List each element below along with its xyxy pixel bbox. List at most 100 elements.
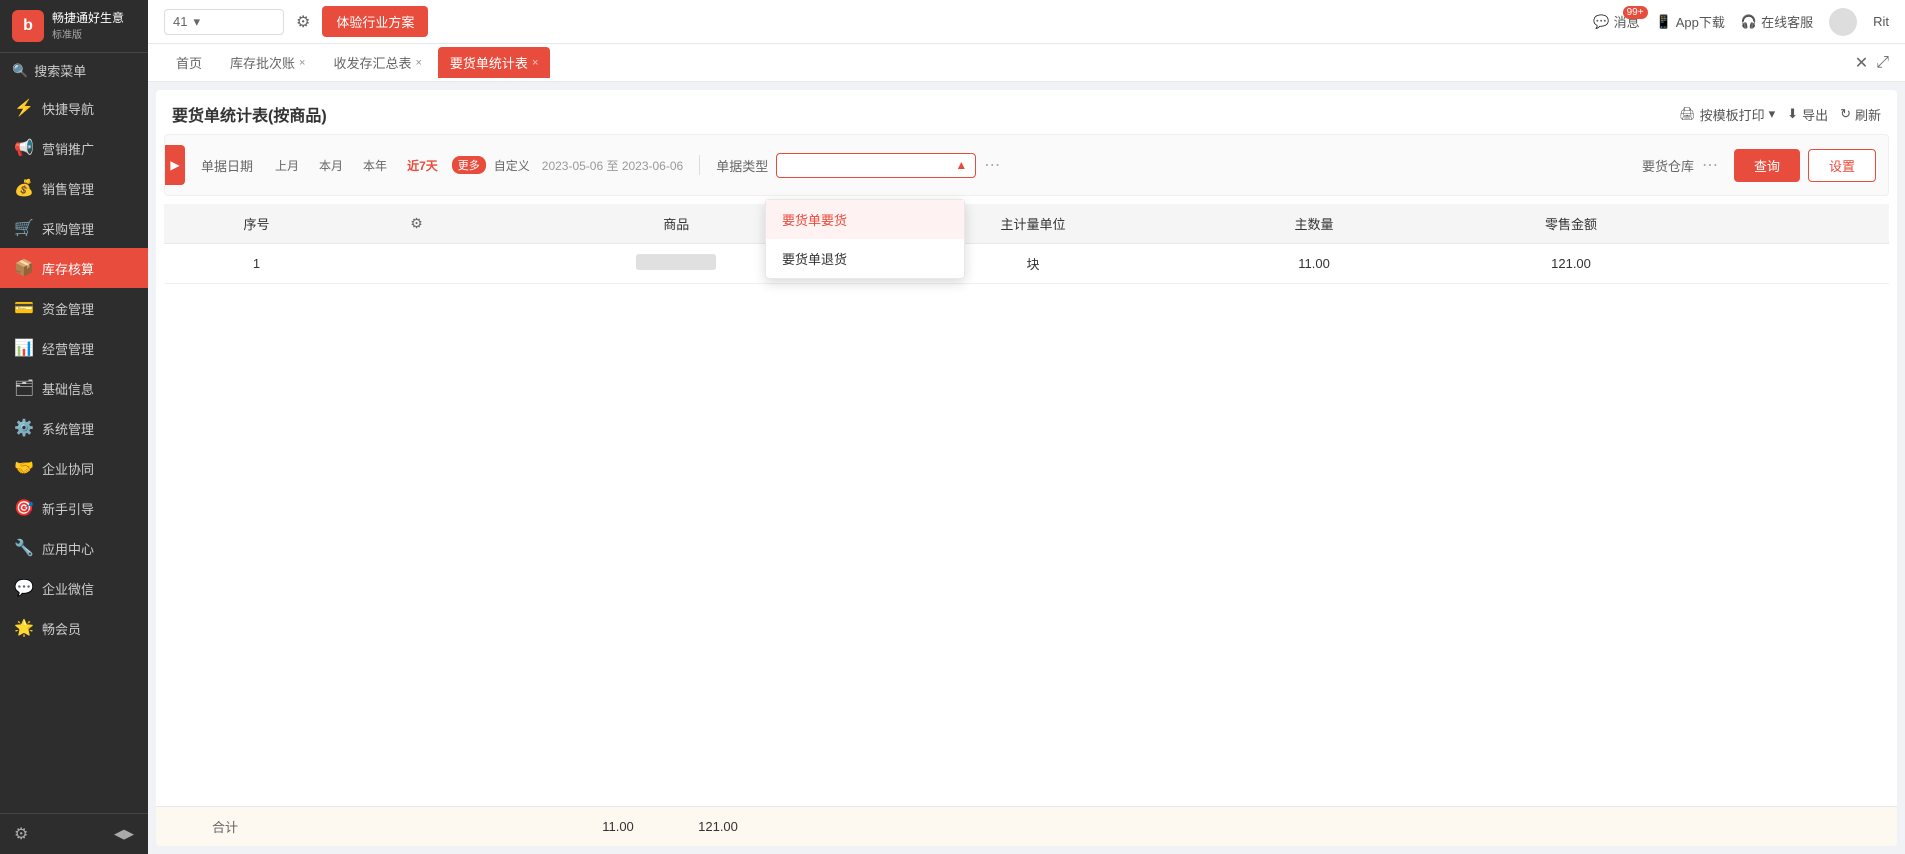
sidebar-search[interactable]: 🔍 搜索菜单 <box>0 53 148 88</box>
sidebar-bottom: ⚙ ◀▶ <box>0 813 148 854</box>
apps-icon: 🔧 <box>14 538 34 558</box>
query-btn[interactable]: 查询 <box>1734 149 1800 182</box>
filter-more-icon[interactable]: ⋯ <box>984 155 1000 175</box>
sidebar-item-sales[interactable]: 💰 销售管理 <box>0 168 148 208</box>
warehouse-more-icon[interactable]: ⋯ <box>1702 155 1718 175</box>
sidebar-item-label: 快捷导航 <box>42 99 94 118</box>
sidebar-item-operations[interactable]: 📊 经营管理 <box>0 328 148 368</box>
column-settings-icon[interactable]: ⚙ <box>410 215 423 231</box>
dropdown-item-order-goods[interactable]: 要货单要货 <box>766 200 964 239</box>
user-name: Rit <box>1873 14 1889 29</box>
tab-inventory-batch-close[interactable]: × <box>299 57 305 69</box>
sidebar-item-membership[interactable]: 🌟 畅会员 <box>0 608 148 648</box>
headset-icon: 🎧 <box>1741 14 1757 30</box>
online-service-btn[interactable]: 🎧 在线客服 <box>1741 12 1813 31</box>
sidebar-collapse-btn[interactable]: ◀▶ <box>114 826 134 842</box>
filter-divider <box>699 155 700 175</box>
sidebar-item-marketing[interactable]: 📢 营销推广 <box>0 128 148 168</box>
sidebar-item-label: 经营管理 <box>42 339 94 358</box>
company-selector[interactable]: 41 ▾ <box>164 9 284 35</box>
topbar: 41 ▾ ⚙ 体验行业方案 💬 消息 99+ 📱 App下载 🎧 在线客服 Ri… <box>148 0 1905 44</box>
tab-order-stat-close[interactable]: × <box>532 57 538 69</box>
page-content: 要货单统计表(按商品) 🖨 按模板打印 ▾ ⬇ 导出 ↻ 刷新 ▶ <box>156 90 1897 846</box>
date-btn-week7[interactable]: 近7天 <box>401 155 444 176</box>
set-btn[interactable]: 设置 <box>1808 149 1876 182</box>
sidebar-item-purchase[interactable]: 🛒 采购管理 <box>0 208 148 248</box>
sidebar-item-label: 畅会员 <box>42 619 81 638</box>
sidebar-item-label: 新手引导 <box>42 499 94 518</box>
sidebar-nav: ⚡ 快捷导航 📢 营销推广 💰 销售管理 🛒 采购管理 📦 库存核算 💳 资金管… <box>0 88 148 813</box>
sidebar-item-quick-nav[interactable]: ⚡ 快捷导航 <box>0 88 148 128</box>
selector-chevron-icon: ▾ <box>193 14 200 30</box>
date-btn-custom[interactable]: 自定义 <box>494 157 530 174</box>
type-filter-label: 单据类型 <box>716 156 768 175</box>
tabs-close-all-btn[interactable]: ✕ <box>1855 53 1868 73</box>
enterprise-icon: 🤝 <box>14 458 34 478</box>
quick-nav-icon: ⚡ <box>14 98 34 118</box>
tab-recv-summary-label: 收发存汇总表 <box>333 53 411 72</box>
phone-icon: 📱 <box>1656 14 1672 30</box>
date-more-badge[interactable]: 更多 <box>452 156 486 174</box>
sidebar-item-guide[interactable]: 🎯 新手引导 <box>0 488 148 528</box>
footer-amount: 121.00 <box>678 819 758 834</box>
data-table-container: 序号 ⚙ 商品 主计量单位 主数量 零售金额 1 <box>164 204 1889 798</box>
purchase-icon: 🛒 <box>14 218 34 238</box>
sidebar-item-label: 营销推广 <box>42 139 94 158</box>
settings-bottom-icon[interactable]: ⚙ <box>14 824 28 844</box>
date-btn-year[interactable]: 本年 <box>357 155 393 176</box>
table-header-row: 序号 ⚙ 商品 主计量单位 主数量 零售金额 <box>164 204 1889 244</box>
export-icon: ⬇ <box>1787 106 1798 122</box>
sidebar: b 畅捷通好生意 标准版 🔍 搜索菜单 ⚡ 快捷导航 📢 营销推广 💰 销售管理… <box>0 0 148 854</box>
dropdown-item-order-return[interactable]: 要货单退货 <box>766 239 964 278</box>
guide-icon: 🎯 <box>14 498 34 518</box>
print-label: 按模板打印 <box>1700 105 1765 124</box>
logo-icon: b <box>12 10 44 42</box>
export-label: 导出 <box>1802 105 1828 124</box>
page-header: 要货单统计表(按商品) 🖨 按模板打印 ▾ ⬇ 导出 ↻ 刷新 <box>156 90 1897 134</box>
sidebar-search-label: 搜索菜单 <box>34 61 86 80</box>
refresh-btn[interactable]: ↻ 刷新 <box>1840 105 1881 124</box>
table-body: 1 块 11.00 121.00 <box>164 244 1889 284</box>
basics-icon: 🗂 <box>14 378 34 398</box>
print-btn[interactable]: 🖨 按模板打印 ▾ <box>1679 105 1775 124</box>
export-btn[interactable]: ⬇ 导出 <box>1787 105 1828 124</box>
tab-recv-summary[interactable]: 收发存汇总表 × <box>321 47 433 78</box>
footer-label: 合计 <box>172 817 238 836</box>
messages-badge: 99+ <box>1623 6 1648 19</box>
table-footer: 合计 11.00 121.00 <box>156 806 1897 846</box>
type-filter-select[interactable]: ▲ <box>776 153 976 178</box>
app-download-btn[interactable]: 📱 App下载 <box>1656 12 1725 31</box>
col-header-settings: ⚙ <box>349 204 484 244</box>
user-avatar[interactable] <box>1829 8 1857 36</box>
membership-icon: 🌟 <box>14 618 34 638</box>
sidebar-item-finance[interactable]: 💳 资金管理 <box>0 288 148 328</box>
tabs-expand-btn[interactable]: ⤢ <box>1876 54 1889 72</box>
print-chevron-icon: ▾ <box>1769 106 1776 122</box>
sidebar-item-apps[interactable]: 🔧 应用中心 <box>0 528 148 568</box>
tab-home[interactable]: 首页 <box>164 47 214 78</box>
company-value: 41 <box>173 14 187 29</box>
tab-order-stat[interactable]: 要货单统计表 × <box>438 47 550 78</box>
sidebar-item-label: 系统管理 <box>42 419 94 438</box>
topbar-gear-icon[interactable]: ⚙ <box>296 12 310 32</box>
type-filter-value <box>785 158 789 173</box>
sidebar-item-label: 资金管理 <box>42 299 94 318</box>
type-dropdown: 要货单要货 要货单退货 <box>765 199 965 279</box>
trial-btn[interactable]: 体验行业方案 <box>322 6 428 37</box>
tab-inventory-batch[interactable]: 库存批次账 × <box>218 47 317 78</box>
type-filter-group: 单据类型 ▲ ⋯ <box>716 153 1626 178</box>
sidebar-item-basics[interactable]: 🗂 基础信息 <box>0 368 148 408</box>
date-btn-up[interactable]: 上月 <box>269 155 305 176</box>
filter-expand-btn[interactable]: ▶ <box>165 145 185 185</box>
app-download-label: App下载 <box>1676 12 1725 31</box>
refresh-label: 刷新 <box>1855 105 1881 124</box>
sidebar-item-enterprise[interactable]: 🤝 企业协同 <box>0 448 148 488</box>
sidebar-item-label: 应用中心 <box>42 539 94 558</box>
tab-recv-summary-close[interactable]: × <box>415 57 421 69</box>
messages-btn[interactable]: 💬 消息 99+ <box>1593 12 1639 31</box>
sidebar-item-wechat[interactable]: 💬 企业微信 <box>0 568 148 608</box>
date-btn-current[interactable]: 本月 <box>313 155 349 176</box>
tab-order-stat-label: 要货单统计表 <box>450 53 528 72</box>
sidebar-item-system[interactable]: ⚙️ 系统管理 <box>0 408 148 448</box>
sidebar-item-inventory[interactable]: 📦 库存核算 <box>0 248 148 288</box>
